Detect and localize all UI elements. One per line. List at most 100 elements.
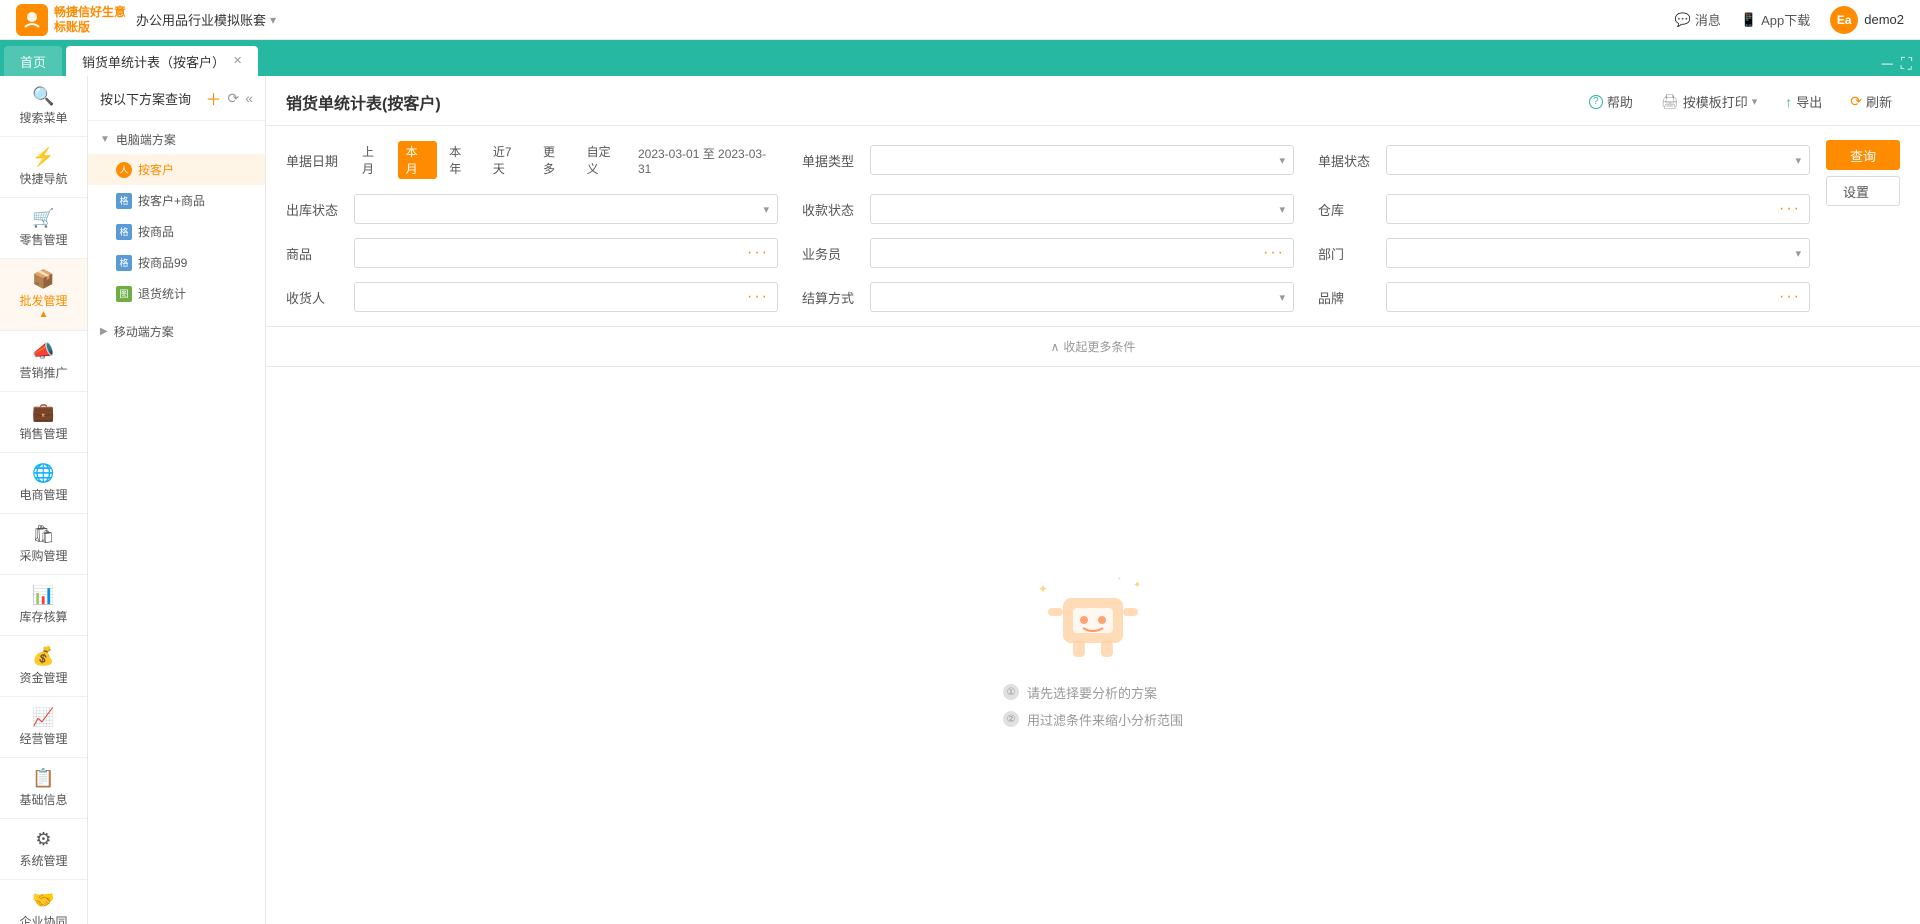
user-avatar-area[interactable]: Ea demo2 xyxy=(1830,6,1904,34)
page-header-actions: ? 帮助 🖨 按模板打印 ▾ ↑ 导出 ⟳ 刷新 xyxy=(1581,88,1900,115)
scheme-item-by-customer-product[interactable]: 格 按客户+商品 xyxy=(88,185,265,216)
print-icon: 🖨 xyxy=(1661,93,1679,110)
sidebar-item-basic-info[interactable]: 📋 基础信息 xyxy=(0,758,87,819)
by-customer-icon: 人 xyxy=(116,162,132,178)
scheme-add-btn[interactable]: ＋ xyxy=(205,86,221,110)
empty-tip-1: ① 请先选择要分析的方案 xyxy=(1003,683,1183,702)
filter-field-order-status: 单据状态 ▾ xyxy=(1318,145,1810,175)
app-download-action[interactable]: 📱 App下载 xyxy=(1741,10,1810,29)
sidebar-item-inventory[interactable]: 📊 库存核算 xyxy=(0,575,87,636)
setting-button[interactable]: 设置 xyxy=(1826,176,1900,206)
date-tab-last-month[interactable]: 上月 xyxy=(354,140,394,180)
message-action[interactable]: 💬 消息 xyxy=(1675,10,1721,29)
collapse-button[interactable]: ∧ 收起更多条件 xyxy=(1039,335,1148,358)
svg-text:✦: ✦ xyxy=(1133,580,1141,591)
warehouse-multiselect[interactable]: ··· xyxy=(1386,194,1810,224)
header-left: 畅捷信好生意 标账版 办公用品行业模拟账套 ▾ xyxy=(16,4,276,36)
order-type-dropdown[interactable]: ▾ xyxy=(870,145,1294,175)
salesperson-dots-icon: ··· xyxy=(1263,244,1285,262)
by-customer-product-icon: 格 xyxy=(116,193,132,209)
date-tab-more[interactable]: 更多 xyxy=(535,140,575,180)
sidebar-item-system[interactable]: ⚙ 系统管理 xyxy=(0,819,87,880)
order-date-label: 单据日期 xyxy=(286,151,346,170)
avatar-text: Ea xyxy=(1837,13,1852,27)
svg-text:✦: ✦ xyxy=(1038,582,1048,596)
refresh-label: 刷新 xyxy=(1866,92,1892,111)
settlement-label: 结算方式 xyxy=(802,288,862,307)
help-icon: ? xyxy=(1589,95,1603,109)
order-status-dropdown[interactable]: ▾ xyxy=(1386,145,1810,175)
operations-icon: 📈 xyxy=(4,707,83,728)
filter-field-product: 商品 ··· xyxy=(286,238,778,268)
sidebar-item-enterprise[interactable]: 🤝 企业协同 xyxy=(0,880,87,924)
scheme-item-return-stats[interactable]: 图 退货统计 xyxy=(88,278,265,309)
sidebar-item-wholesale[interactable]: 📦 批发管理 ▲ xyxy=(0,259,87,331)
out-status-label: 出库状态 xyxy=(286,200,346,219)
tab-close-icon[interactable]: ✕ xyxy=(233,56,242,67)
dropdown-icon: ▾ xyxy=(270,13,276,27)
page-header: 销货单统计表(按客户) ? 帮助 🖨 按模板打印 ▾ ↑ 导出 ⟳ 刷新 xyxy=(266,76,1920,126)
scheme-item-by-product[interactable]: 格 按商品 xyxy=(88,216,265,247)
minimize-icon[interactable]: ─ xyxy=(1881,57,1892,73)
date-tab-last-7-days[interactable]: 近7天 xyxy=(485,140,531,180)
recipient-multiselect[interactable]: ··· xyxy=(354,282,778,312)
sidebar-item-retail[interactable]: 🛒 零售管理 xyxy=(0,198,87,259)
avatar: Ea xyxy=(1830,6,1858,34)
sidebar-item-operations[interactable]: 📈 经营管理 xyxy=(0,697,87,758)
tab-bar: 首页 销货单统计表（按客户） ✕ ─ ⛶ xyxy=(0,40,1920,76)
out-status-dropdown[interactable]: ▾ xyxy=(354,194,778,224)
sales-mgmt-icon: 💼 xyxy=(4,402,83,423)
tip-num-1: ① xyxy=(1003,684,1019,700)
by-product-99-icon: 格 xyxy=(116,255,132,271)
date-tab-this-year[interactable]: 本年 xyxy=(441,140,481,180)
tab-home[interactable]: 首页 xyxy=(4,46,62,76)
date-tab-this-month[interactable]: 本月 xyxy=(398,141,438,179)
sidebar-item-ecommerce[interactable]: 🌐 电商管理 xyxy=(0,453,87,514)
product-multiselect[interactable]: ··· xyxy=(354,238,778,268)
export-btn[interactable]: ↑ 导出 xyxy=(1777,88,1830,115)
refresh-btn[interactable]: ⟳ 刷新 xyxy=(1842,88,1900,115)
scheme-group-mobile-header[interactable]: ▶ 移动端方案 xyxy=(88,317,265,346)
tab-sales-stat[interactable]: 销货单统计表（按客户） ✕ xyxy=(66,46,258,76)
help-btn[interactable]: ? 帮助 xyxy=(1581,88,1641,115)
tab-bar-actions: ─ ⛶ xyxy=(1881,57,1920,76)
scheme-item-by-product-99[interactable]: 格 按商品99 xyxy=(88,247,265,278)
svg-text:•: • xyxy=(1118,574,1121,583)
department-label: 部门 xyxy=(1318,244,1378,263)
sidebar-item-quick-nav[interactable]: ⚡ 快捷导航 xyxy=(0,137,87,198)
scheme-group-desktop-header[interactable]: ▼ 电脑端方案 xyxy=(88,125,265,154)
filter-row-3: 商品 ··· 业务员 ··· xyxy=(286,238,1810,268)
maximize-icon[interactable]: ⛶ xyxy=(1901,57,1912,73)
brand-dots-icon: ··· xyxy=(1779,288,1801,306)
mobile-group-label: 移动端方案 xyxy=(114,323,174,340)
salesperson-label: 业务员 xyxy=(802,244,862,263)
product-dots-icon: ··· xyxy=(747,244,769,262)
wholesale-icon: 📦 xyxy=(4,269,83,290)
purchase-icon: 🛍 xyxy=(4,524,83,545)
print-btn[interactable]: 🖨 按模板打印 ▾ xyxy=(1653,88,1765,115)
sidebar-item-purchase[interactable]: 🛍 采购管理 xyxy=(0,514,87,575)
sidebar-item-finance[interactable]: 💰 资金管理 xyxy=(0,636,87,697)
scheme-collapse-btn[interactable]: « xyxy=(245,90,253,106)
filter-field-recipient: 收货人 ··· xyxy=(286,282,778,312)
sidebar-item-marketing[interactable]: 📣 营销推广 xyxy=(0,331,87,392)
settlement-dropdown[interactable]: ▾ xyxy=(870,282,1294,312)
scheme-refresh-btn[interactable]: ⟳ xyxy=(227,90,239,107)
return-stats-label: 退货统计 xyxy=(138,285,186,302)
sidebar-item-sales-mgmt[interactable]: 💼 销售管理 xyxy=(0,392,87,453)
filter-field-order-date: 单据日期 上月 本月 本年 近7天 更多 自定义 20 xyxy=(286,140,778,180)
app-selector[interactable]: 办公用品行业模拟账套 ▾ xyxy=(136,10,276,29)
scheme-item-by-customer[interactable]: 人 按客户 xyxy=(88,154,265,185)
receipt-status-label: 收款状态 xyxy=(802,200,862,219)
order-status-label: 单据状态 xyxy=(1318,151,1378,170)
system-icon: ⚙ xyxy=(4,829,83,850)
brand-multiselect[interactable]: ··· xyxy=(1386,282,1810,312)
receipt-status-dropdown[interactable]: ▾ xyxy=(870,194,1294,224)
sidebar-item-search[interactable]: 🔍 搜索菜单 xyxy=(0,76,87,137)
empty-svg: ✦ ✦ • xyxy=(1033,563,1153,663)
date-tab-custom[interactable]: 自定义 xyxy=(579,140,630,180)
salesperson-multiselect[interactable]: ··· xyxy=(870,238,1294,268)
out-status-caret-icon: ▾ xyxy=(763,203,769,216)
department-dropdown[interactable]: ▾ xyxy=(1386,238,1810,268)
query-button[interactable]: 查询 xyxy=(1826,140,1900,170)
